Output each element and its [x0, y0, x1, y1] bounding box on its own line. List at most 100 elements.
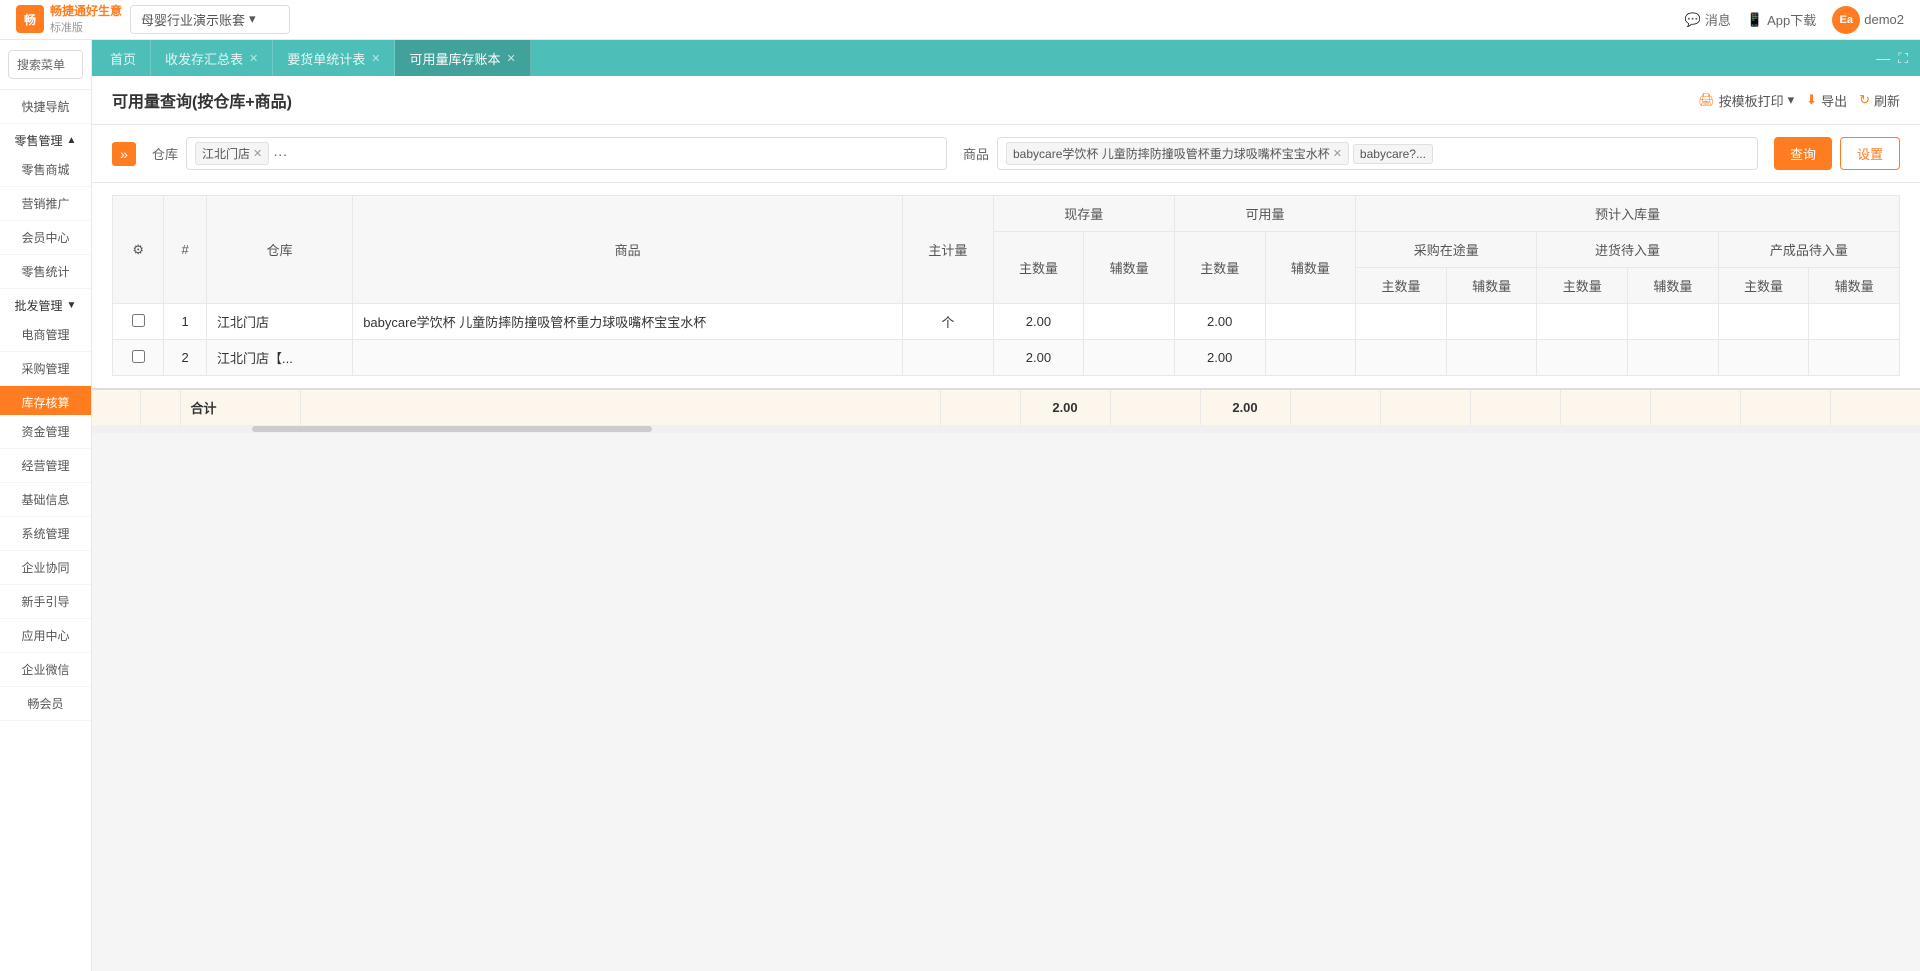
- col-purchase-transit-main: 主数量: [1356, 268, 1447, 304]
- sidebar-item-quick-nav[interactable]: 快捷导航: [0, 90, 91, 124]
- horizontal-scrollbar[interactable]: [92, 425, 1920, 433]
- tab-close-available-inventory[interactable]: ✕: [507, 52, 516, 65]
- row-warehouse: 江北门店: [206, 304, 352, 340]
- row-purchase-transit-main: [1356, 304, 1447, 340]
- sidebar-item-wholesale-mgmt[interactable]: 批发管理 ▼: [0, 289, 91, 318]
- sidebar-item-operations-mgmt[interactable]: 经营管理: [0, 449, 91, 483]
- row-finished-aux: [1809, 304, 1900, 340]
- sidebar-item-system-mgmt[interactable]: 系统管理: [0, 517, 91, 551]
- row-available-aux-qty: [1265, 340, 1356, 376]
- scrollbar-thumb[interactable]: [252, 426, 652, 432]
- tab-income-expense[interactable]: 收发存汇总表 ✕: [151, 40, 273, 76]
- minimize-icon[interactable]: —: [1876, 50, 1890, 66]
- row-available-main-qty: 2.00: [1174, 304, 1265, 340]
- sidebar-item-newcomer-guide[interactable]: 新手引导: [0, 585, 91, 619]
- tab-available-inventory[interactable]: 可用量库存账本 ✕: [395, 40, 530, 76]
- row-checkbox[interactable]: [113, 304, 164, 340]
- col-purchase-transit-aux: 辅数量: [1446, 268, 1537, 304]
- brand-logo: 畅 畅捷通好生意 标准版: [16, 4, 122, 34]
- tab-home[interactable]: 首页: [96, 40, 151, 76]
- total-empty-index: [140, 390, 180, 425]
- warehouse-filter-tags[interactable]: 江北门店 ✕ ···: [186, 137, 947, 170]
- maximize-icon[interactable]: ⛶: [1898, 50, 1908, 67]
- row-product: babycare学饮杯 儿童防摔防撞吸管杯重力球吸嘴杯宝宝水杯: [353, 304, 903, 340]
- sidebar-item-inventory-check[interactable]: 库存核算: [0, 386, 91, 415]
- sidebar-item-member-center[interactable]: 会员中心: [0, 221, 91, 255]
- row-index: 2: [164, 340, 207, 376]
- warehouse-filter-label: 仓库: [152, 144, 178, 163]
- col-purchase-transit-header: 采购在途量: [1356, 232, 1537, 268]
- total-finished-aux: [1830, 390, 1920, 425]
- product-filter-group: 商品 babycare学饮杯 儿童防摔防撞吸管杯重力球吸嘴杯宝宝水杯 ✕ bab…: [963, 137, 1758, 170]
- tab-order-stats[interactable]: 要货单统计表 ✕: [273, 40, 395, 76]
- row-finished-main: [1718, 340, 1809, 376]
- col-warehouse-header: 仓库: [206, 196, 352, 304]
- sidebar-item-ecommerce-mgmt[interactable]: 电商管理: [0, 318, 91, 352]
- template-print-button[interactable]: 🖨 按模板打印 ▾: [1698, 91, 1794, 110]
- content-area: 首页 收发存汇总表 ✕ 要货单统计表 ✕ 可用量库存账本 ✕ — ⛶: [92, 40, 1920, 971]
- sidebar-item-enterprise-wechat[interactable]: 企业微信: [0, 653, 91, 687]
- col-main-unit-header: 主计量: [903, 196, 994, 304]
- row-current-main-qty: 2.00: [993, 304, 1084, 340]
- col-current-stock-header: 现存量: [993, 196, 1174, 232]
- row-finished-main: [1718, 304, 1809, 340]
- page-actions: 🖨 按模板打印 ▾ ⬇ 导出 ↻ 刷新: [1698, 91, 1900, 110]
- industry-selector[interactable]: 母婴行业演示账套 ▾: [130, 5, 290, 34]
- row-available-main-qty: 2.00: [1174, 340, 1265, 376]
- sidebar-item-retail-mall[interactable]: 零售商城: [0, 153, 91, 187]
- sidebar-item-retail-mgmt[interactable]: 零售管理 ▲: [0, 124, 91, 153]
- sidebar: 搜索菜单 快捷导航 零售管理 ▲ 零售商城 营销推广 会员中心 零售统计 批发管…: [0, 40, 92, 971]
- col-available-aux-qty-header: 辅数量: [1265, 232, 1356, 304]
- row-purchase-transit-aux: [1446, 304, 1537, 340]
- row-incoming-aux: [1628, 340, 1719, 376]
- sidebar-item-basic-info[interactable]: 基础信息: [0, 483, 91, 517]
- row-finished-aux: [1809, 340, 1900, 376]
- sidebar-item-marketing[interactable]: 营销推广: [0, 187, 91, 221]
- message-button[interactable]: 💬 消息: [1685, 10, 1731, 29]
- product-filter-tags[interactable]: babycare学饮杯 儿童防摔防撞吸管杯重力球吸嘴杯宝宝水杯 ✕ babyca…: [997, 137, 1758, 170]
- col-finished-main: 主数量: [1718, 268, 1809, 304]
- tab-close-income-expense[interactable]: ✕: [249, 52, 258, 65]
- total-incoming-main: [1560, 390, 1650, 425]
- row-current-aux-qty: [1084, 340, 1175, 376]
- tab-close-order-stats[interactable]: ✕: [371, 52, 380, 65]
- warehouse-tag-close[interactable]: ✕: [253, 147, 262, 160]
- col-current-aux-qty-header: 辅数量: [1084, 232, 1175, 304]
- col-finished-goods-header: 产成品待入量: [1718, 232, 1899, 268]
- sidebar-item-finance-mgmt[interactable]: 资金管理: [0, 415, 91, 449]
- sidebar-item-retail-stats[interactable]: 零售统计: [0, 255, 91, 289]
- footer-total: 合计 2.00 2.00: [92, 388, 1920, 425]
- query-button[interactable]: 查询: [1774, 137, 1832, 170]
- sidebar-item-app-center[interactable]: 应用中心: [0, 619, 91, 653]
- refresh-button[interactable]: ↻ 刷新: [1859, 91, 1900, 110]
- row-current-aux-qty: [1084, 304, 1175, 340]
- total-purchase-transit-aux: [1470, 390, 1560, 425]
- brand-subtitle: 标准版: [50, 19, 122, 35]
- row-purchase-transit-aux: [1446, 340, 1537, 376]
- filter-actions: 查询 设置: [1774, 137, 1900, 170]
- row-warehouse: 江北门店【...: [206, 340, 352, 376]
- row-main-unit: [903, 340, 994, 376]
- total-purchase-transit-main: [1380, 390, 1470, 425]
- dropdown-arrow-icon: ▾: [249, 11, 256, 27]
- user-menu[interactable]: Ea demo2: [1832, 6, 1904, 34]
- row-checkbox[interactable]: [113, 340, 164, 376]
- filter-expand-button[interactable]: »: [112, 142, 136, 166]
- header-left: 畅 畅捷通好生意 标准版 母婴行业演示账套 ▾: [16, 4, 290, 34]
- tab-bar-actions: — ⛶: [1876, 50, 1916, 67]
- sidebar-item-member-vip[interactable]: 畅会员: [0, 687, 91, 721]
- export-button[interactable]: ⬇ 导出: [1806, 91, 1847, 110]
- print-icon: 🖨: [1698, 92, 1715, 108]
- sidebar-item-enterprise-collab[interactable]: 企业协同: [0, 551, 91, 585]
- warehouse-filter-more[interactable]: ···: [273, 146, 287, 162]
- sidebar-item-purchase-mgmt[interactable]: 采购管理: [0, 352, 91, 386]
- col-available-header: 可用量: [1174, 196, 1355, 232]
- settings-button[interactable]: 设置: [1840, 137, 1900, 170]
- inner-page: 可用量查询(按仓库+商品) 🖨 按模板打印 ▾ ⬇ 导出 ↻: [92, 76, 1920, 388]
- app-download-button[interactable]: 📱 App下载: [1747, 10, 1816, 29]
- total-empty-product: [300, 390, 940, 425]
- refresh-icon: ↻: [1859, 92, 1870, 108]
- search-menu-button[interactable]: 搜索菜单: [8, 50, 83, 79]
- product-tag-close-1[interactable]: ✕: [1333, 147, 1342, 160]
- avatar: Ea: [1832, 6, 1860, 34]
